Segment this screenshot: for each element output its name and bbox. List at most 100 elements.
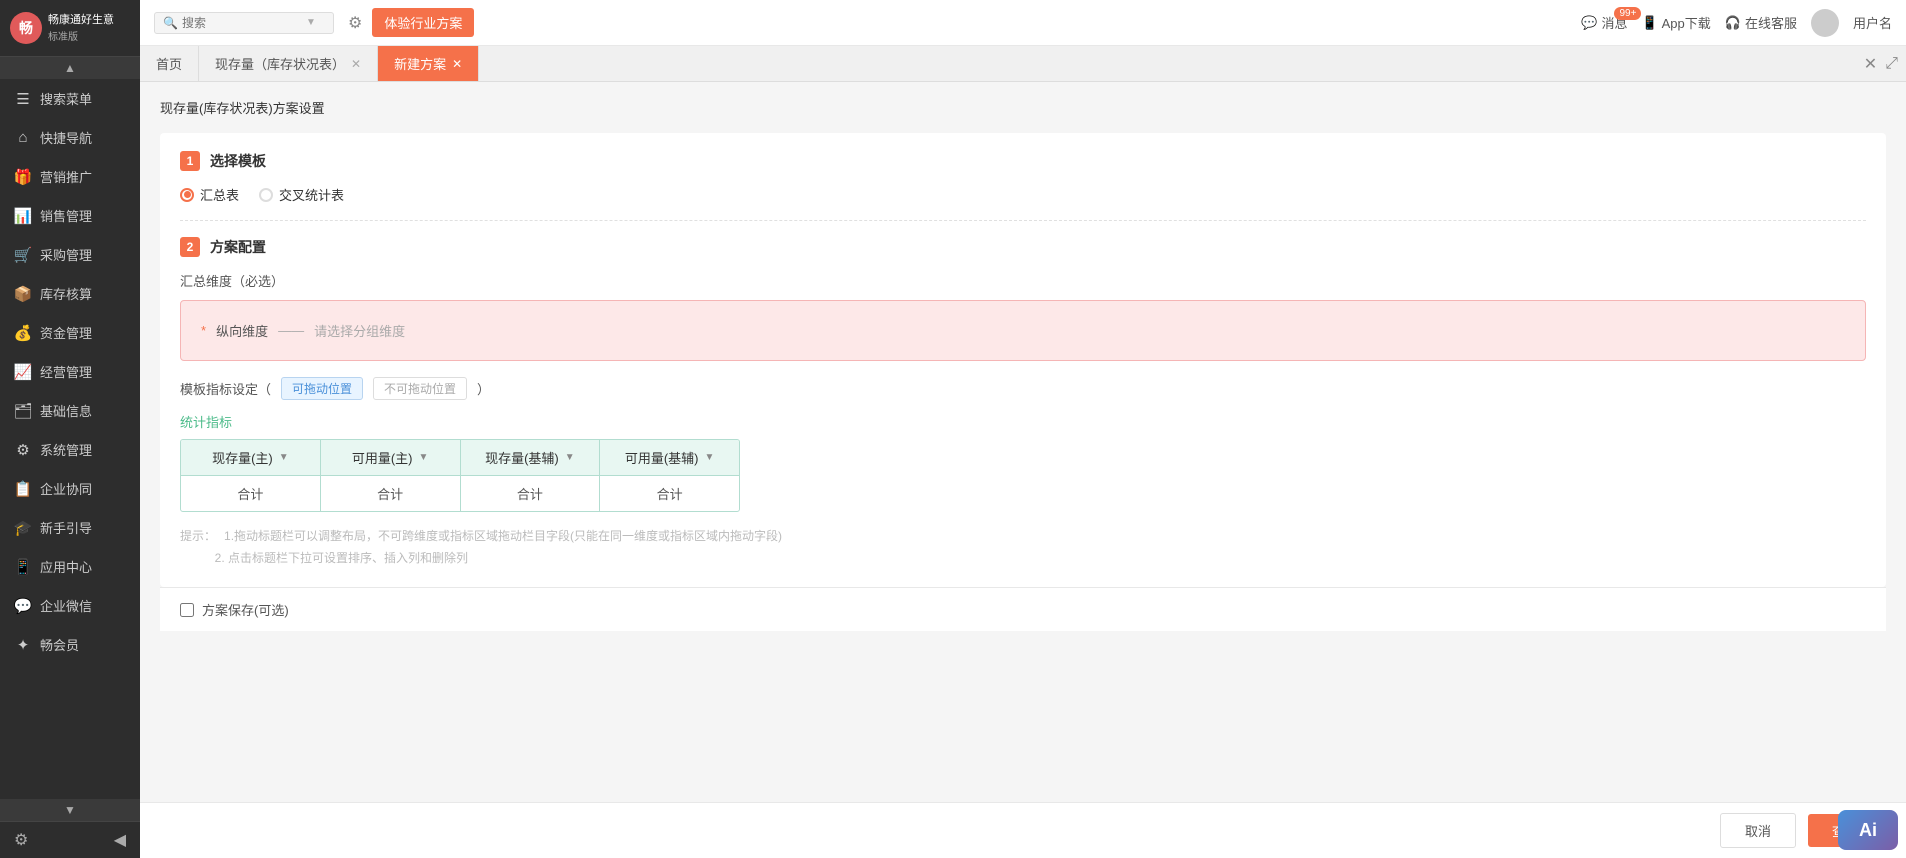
sidebar-item-shortcut[interactable]: ⌂ 快捷导航 xyxy=(0,118,140,157)
scheme-save-label: 方案保存(可选) xyxy=(202,600,289,619)
sidebar-item-basic-info[interactable]: 🗂 基础信息 xyxy=(0,391,140,430)
stats-col-3-header[interactable]: 现存量(基辅) ▼ xyxy=(461,440,601,475)
radio-summary[interactable]: 汇总表 xyxy=(180,185,239,204)
sidebar: 畅 畅康通好生意 标准版 ▲ ☰ 搜索菜单 ⌂ 快捷导航 🎁 营销推广 📊 销售… xyxy=(0,0,140,858)
stats-title: 统计指标 xyxy=(180,412,1866,431)
top-header: 🔍 ▼ ⚙ 体验行业方案 💬 消息 99+ 📱 App下载 🎧 在线客服 用户名 xyxy=(140,0,1906,46)
sidebar-item-search-menu[interactable]: ☰ 搜索菜单 xyxy=(0,79,140,118)
header-search-bar[interactable]: 🔍 ▼ xyxy=(154,12,334,34)
messages-badge: 99+ xyxy=(1614,7,1641,20)
newbie-icon: 🎓 xyxy=(14,519,32,537)
messages-button[interactable]: 💬 消息 99+ xyxy=(1581,13,1627,32)
search-dropdown-icon[interactable]: ▼ xyxy=(306,17,316,28)
hint-2-text: 2. 点击标题栏下拉可设置排序、插入列和删除列 xyxy=(215,548,468,570)
stats-col-4-chevron[interactable]: ▼ xyxy=(705,452,715,463)
sidebar-item-app-center[interactable]: 📱 应用中心 xyxy=(0,547,140,586)
sidebar-item-newbie[interactable]: 🎓 新手引导 xyxy=(0,508,140,547)
ai-badge[interactable]: Ai xyxy=(1838,810,1898,850)
tab-home[interactable]: 首页 xyxy=(140,46,199,81)
dimension-row-label: 纵向维度 xyxy=(216,321,268,340)
sidebar-item-sales[interactable]: 📊 销售管理 xyxy=(0,196,140,235)
settings-icon[interactable]: ⚙ xyxy=(14,830,28,850)
sidebar-item-purchase[interactable]: 🛒 采购管理 xyxy=(0,235,140,274)
message-icon: 💬 xyxy=(1581,15,1597,31)
indicator-draggable-badge: 可拖动位置 xyxy=(281,377,363,400)
dimension-placeholder[interactable]: 请选择分组维度 xyxy=(314,321,405,340)
stats-col-4-header[interactable]: 可用量(基辅) ▼ xyxy=(600,440,739,475)
tab-expand-button[interactable]: ⤢ xyxy=(1885,55,1898,73)
stats-body-col-2: 合计 xyxy=(321,475,461,511)
tab-inventory-label: 现存量（库存状况表） xyxy=(215,54,345,73)
step2-header: 2 方案配置 xyxy=(180,237,1866,257)
sidebar-item-operation[interactable]: 📈 经营管理 xyxy=(0,352,140,391)
stats-col-4-label: 可用量(基辅) xyxy=(625,448,699,467)
search-menu-icon: ☰ xyxy=(14,90,32,108)
radio-crosstab[interactable]: 交叉统计表 xyxy=(259,185,344,204)
scheme-save-section: 方案保存(可选) xyxy=(160,587,1886,631)
tab-inventory-close[interactable]: ✕ xyxy=(351,57,361,71)
corp-icon: 📋 xyxy=(14,480,32,498)
stats-col-2-chevron[interactable]: ▼ xyxy=(419,452,429,463)
collapse-icon[interactable]: ◀ xyxy=(114,830,126,850)
footer-bar: 取消 查询 xyxy=(140,802,1906,858)
sidebar-item-corp[interactable]: 📋 企业协同 xyxy=(0,469,140,508)
stats-table: 现存量(主) ▼ 可用量(主) ▼ 现存量(基辅) ▼ xyxy=(180,439,740,512)
stats-table-header: 现存量(主) ▼ 可用量(主) ▼ 现存量(基辅) ▼ xyxy=(181,440,739,475)
app-download-icon: 📱 xyxy=(1641,15,1657,31)
radio-crosstab-label: 交叉统计表 xyxy=(279,185,344,204)
header-gear-icon[interactable]: ⚙ xyxy=(348,13,362,33)
dimension-label: 汇总维度（必选） xyxy=(180,271,1866,290)
content-area: 现存量(库存状况表)方案设置 1 选择模板 汇总表 交叉统计表 2 xyxy=(140,82,1906,802)
stats-col-3-chevron[interactable]: ▼ xyxy=(565,452,575,463)
dimension-dash: —— xyxy=(278,323,304,338)
stats-body-col-1: 合计 xyxy=(181,475,321,511)
radio-summary-label: 汇总表 xyxy=(200,185,239,204)
cancel-button[interactable]: 取消 xyxy=(1720,813,1796,848)
service-label: 在线客服 xyxy=(1745,13,1797,32)
tab-new-scheme[interactable]: 新建方案 ✕ xyxy=(378,46,479,81)
sidebar-item-system[interactable]: ⚙ 系统管理 xyxy=(0,430,140,469)
app-center-icon: 📱 xyxy=(14,558,32,576)
sidebar-item-inventory[interactable]: 📦 库存核算 xyxy=(0,274,140,313)
tab-inventory-status[interactable]: 现存量（库存状况表） ✕ xyxy=(199,46,378,81)
sidebar-item-label: 企业协同 xyxy=(40,479,92,498)
system-icon: ⚙ xyxy=(14,441,32,459)
dimension-area: * 纵向维度 —— 请选择分组维度 xyxy=(180,300,1866,361)
stats-col-2-header[interactable]: 可用量(主) ▼ xyxy=(321,440,461,475)
sidebar-scroll-down[interactable]: ▼ xyxy=(0,799,140,821)
sidebar-item-label: 营销推广 xyxy=(40,167,92,186)
step1-badge: 1 xyxy=(180,151,200,171)
tab-close-button[interactable]: ✕ xyxy=(1864,54,1877,74)
template-radio-group: 汇总表 交叉统计表 xyxy=(180,185,1866,204)
sidebar-menu: ☰ 搜索菜单 ⌂ 快捷导航 🎁 营销推广 📊 销售管理 🛒 采购管理 📦 库存核… xyxy=(0,79,140,799)
search-icon: 🔍 xyxy=(163,16,178,30)
search-input[interactable] xyxy=(182,16,302,30)
sidebar-item-vip[interactable]: ✦ 畅会员 xyxy=(0,625,140,664)
sidebar-item-wechat[interactable]: 💬 企业微信 xyxy=(0,586,140,625)
app-name: 畅康通好生意 xyxy=(48,13,114,27)
step1-header: 1 选择模板 xyxy=(180,151,1866,171)
stats-col-1-header[interactable]: 现存量(主) ▼ xyxy=(181,440,321,475)
tab-bar-actions: ✕ ⤢ xyxy=(1864,54,1906,74)
sidebar-item-label: 经营管理 xyxy=(40,362,92,381)
app-download-button[interactable]: 📱 App下载 xyxy=(1641,13,1710,32)
username-label[interactable]: 用户名 xyxy=(1853,13,1892,32)
dimension-row: * 纵向维度 —— 请选择分组维度 xyxy=(201,321,1845,340)
shortcut-icon: ⌂ xyxy=(14,129,32,147)
scheme-save-checkbox[interactable] xyxy=(180,603,194,617)
indicator-non-draggable-badge: 不可拖动位置 xyxy=(373,377,467,400)
online-service-button[interactable]: 🎧 在线客服 xyxy=(1725,13,1797,32)
hints-title: 提示： xyxy=(180,526,216,548)
sidebar-item-marketing[interactable]: 🎁 营销推广 xyxy=(0,157,140,196)
logo-icon: 畅 xyxy=(10,12,42,44)
sidebar-scroll-up[interactable]: ▲ xyxy=(0,57,140,79)
stats-col-1-chevron[interactable]: ▼ xyxy=(279,452,289,463)
hint-1-text: 1.拖动标题栏可以调整布局，不可跨维度或指标区域拖动栏目字段(只能在同一维度或指… xyxy=(224,526,782,548)
step2-title: 方案配置 xyxy=(210,237,266,257)
tab-new-scheme-close[interactable]: ✕ xyxy=(452,57,462,71)
sidebar-item-finance[interactable]: 💰 资金管理 xyxy=(0,313,140,352)
avatar[interactable] xyxy=(1811,9,1839,37)
trial-industry-button[interactable]: 体验行业方案 xyxy=(372,8,474,37)
sidebar-item-label: 搜索菜单 xyxy=(40,89,92,108)
sidebar-item-label: 库存核算 xyxy=(40,284,92,303)
